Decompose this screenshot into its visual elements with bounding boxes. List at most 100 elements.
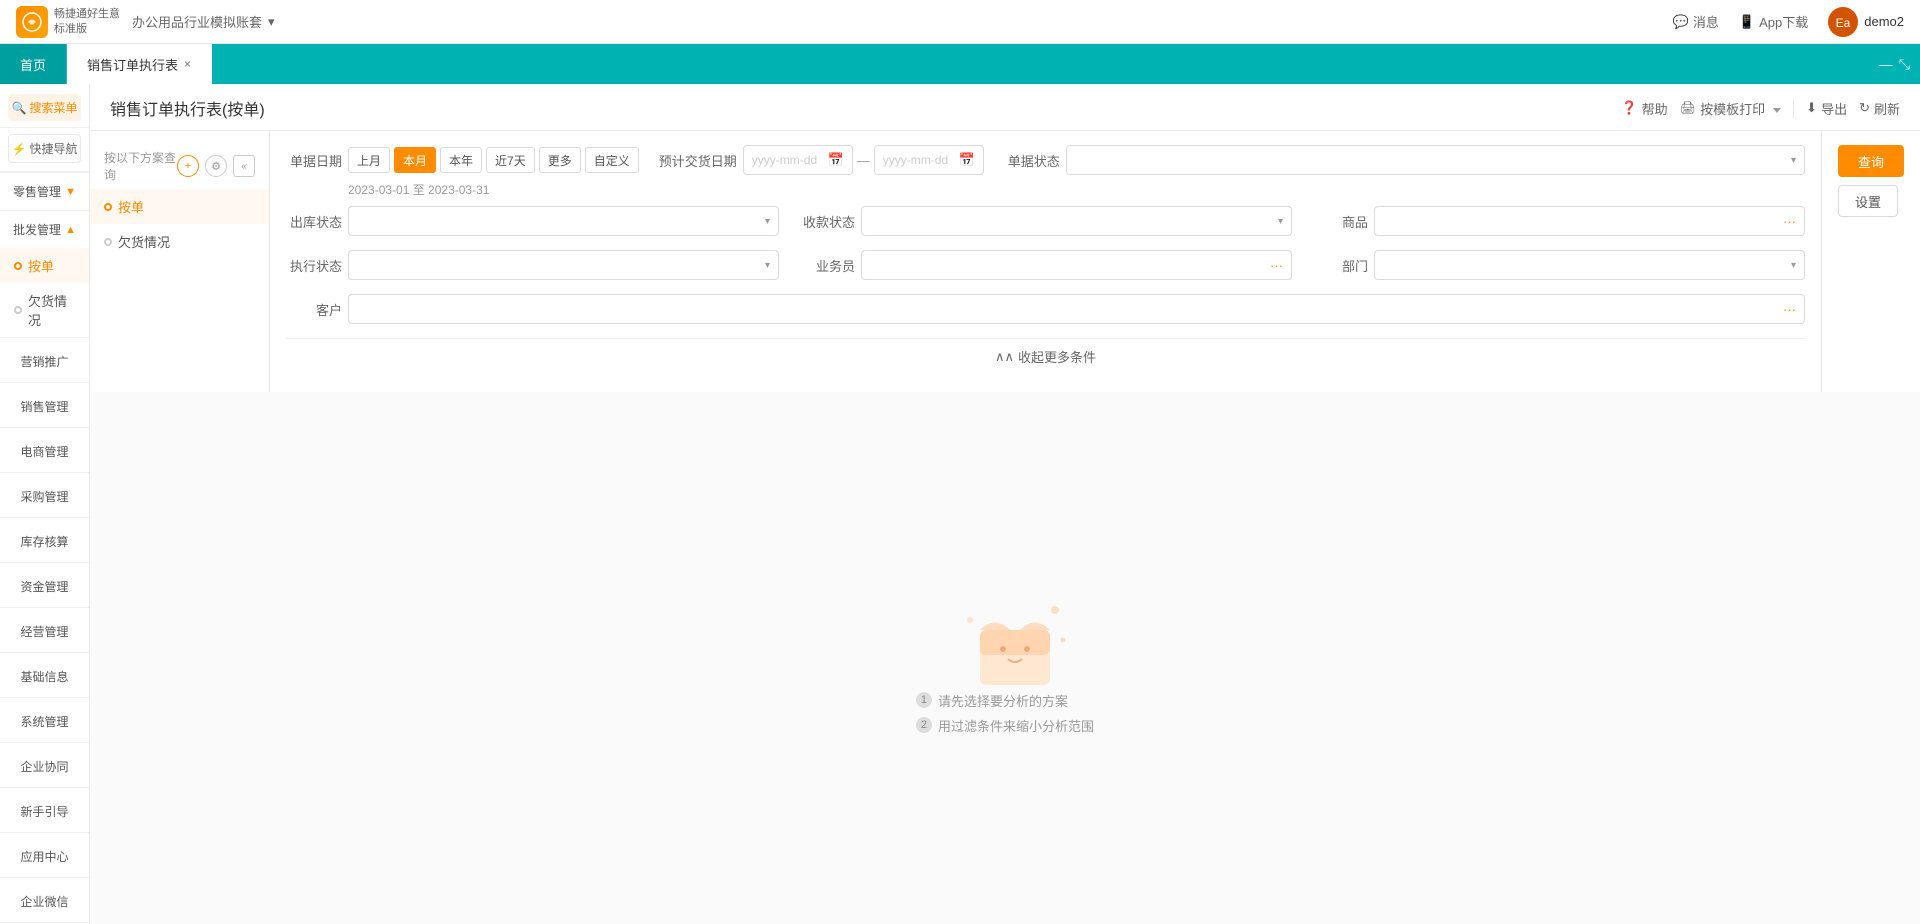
- customer-label: 客户: [286, 300, 342, 319]
- filter-main: 单据日期 上月 本月 本年 近7天 更多 自定义 预计交货日期: [270, 131, 1821, 392]
- user-name: demo2: [1864, 14, 1904, 29]
- collect-status-select[interactable]: ▾: [861, 206, 1292, 236]
- sidebar-item-appstore[interactable]: 应用中心: [0, 833, 89, 877]
- breadcrumb-arrow-icon: ▾: [268, 14, 275, 30]
- expected-date-end-input[interactable]: yyyy-mm-dd 📅: [874, 145, 984, 175]
- filter-goods-field: 商品 ···: [1312, 206, 1805, 236]
- date-tag-custom[interactable]: 自定义: [585, 147, 639, 173]
- scheme-item-按单[interactable]: 按单: [90, 189, 269, 224]
- dept-select[interactable]: ▾: [1374, 250, 1805, 280]
- status-select[interactable]: ▾: [1066, 145, 1805, 175]
- date-range-display: 2023-03-01 至 2023-03-31: [286, 181, 1805, 206]
- message-icon: 💬: [1673, 14, 1689, 30]
- filter-salesman-field: 业务员 ···: [799, 250, 1292, 280]
- customer-ellipsis-icon: ···: [1783, 302, 1796, 317]
- date-tag-more[interactable]: 更多: [539, 147, 581, 173]
- tab-actions: — ⤡: [1879, 56, 1920, 73]
- calendar-end-icon: 📅: [959, 152, 975, 168]
- date-tag-current-year[interactable]: 本年: [440, 147, 482, 173]
- settings-btn[interactable]: 设置: [1838, 185, 1898, 217]
- breadcrumb-text: 办公用品行业模拟账套: [132, 12, 262, 31]
- help-btn[interactable]: ❓ 帮助: [1621, 99, 1667, 118]
- sidebar-item-wholesale[interactable]: 批发管理 ▲: [0, 211, 89, 248]
- sidebar-item-inventory[interactable]: 库存核算: [0, 518, 89, 562]
- query-btn[interactable]: 查询: [1838, 145, 1904, 177]
- scheme-edit-icon[interactable]: ⚙: [205, 155, 227, 177]
- sidebar-item-basic[interactable]: 基础信息: [0, 653, 89, 697]
- quicknav-icon: ⚡: [12, 142, 27, 156]
- sidebar-retail-label: 零售管理: [13, 183, 61, 200]
- exec-status-select[interactable]: ▾: [348, 250, 779, 280]
- collapse-btn[interactable]: ∧∧ 收起更多条件: [995, 347, 1096, 366]
- goods-input[interactable]: ···: [1374, 206, 1805, 236]
- sidebar-item-sales[interactable]: 销售管理: [0, 383, 89, 427]
- sidebar-item-operation[interactable]: 经营管理: [0, 608, 89, 652]
- sidebar-item-guide[interactable]: 新手引导: [0, 788, 89, 832]
- scheme-add-icon[interactable]: +: [177, 155, 199, 177]
- filter-expected-date-field: 预计交货日期 yyyy-mm-dd 📅 — yyyy-mm-dd 📅: [659, 145, 984, 175]
- tab-expand-icon[interactable]: ⤡: [1899, 56, 1910, 73]
- dept-arrow-icon: ▾: [1791, 260, 1796, 271]
- main-layout: 🔍 搜索菜单 ⚡ 快捷导航 零售管理 ▼ 批发管理 ▲: [0, 84, 1920, 924]
- customer-input[interactable]: ···: [348, 294, 1805, 324]
- sidebar-quicknav-area: ⚡ 快捷导航: [0, 128, 89, 172]
- sidebar-item-purchase[interactable]: 采购管理: [0, 473, 89, 517]
- sub-item-label-按单: 按单: [28, 256, 54, 275]
- tab-home[interactable]: 首页: [0, 44, 67, 84]
- sidebar-system-label: 系统管理: [20, 713, 68, 730]
- expected-date-start-input[interactable]: yyyy-mm-dd 📅: [743, 145, 853, 175]
- date-tag-last-month[interactable]: 上月: [348, 147, 390, 173]
- export-btn[interactable]: ⬇ 导出: [1806, 99, 1847, 118]
- sidebar-item-ecommerce[interactable]: 电商管理: [0, 428, 89, 472]
- breadcrumb[interactable]: 办公用品行业模拟账套 ▾: [132, 12, 275, 31]
- print-btn[interactable]: 🖨 按模板打印: [1680, 99, 1795, 118]
- sidebar-wholesale-section: 批发管理 ▲ 按单 欠货情况: [0, 211, 89, 338]
- scheme-dot-按单: [104, 203, 112, 211]
- filter-exec-status-field: 执行状态 ▾: [286, 250, 779, 280]
- tab-sales-order[interactable]: 销售订单执行表 ×: [67, 44, 212, 84]
- salesman-label: 业务员: [799, 256, 855, 275]
- empty-state: 1 请先选择要分析的方案 2 用过滤条件来缩小分析范围: [90, 392, 1920, 924]
- sidebar-sub-item-按单[interactable]: 按单: [0, 248, 89, 283]
- page-title: 销售订单执行表(按单): [110, 96, 265, 120]
- collapse-label: 收起更多条件: [1018, 347, 1096, 366]
- scheme-sidebar-actions: + ⚙ «: [177, 155, 255, 177]
- sidebar-ecommerce-section: 电商管理: [0, 428, 89, 473]
- date-tag-7days[interactable]: 近7天: [486, 147, 535, 173]
- tab-close-icon[interactable]: ×: [184, 57, 191, 71]
- sidebar-sub-item-欠货[interactable]: 欠货情况: [0, 283, 89, 337]
- filter-date-field: 单据日期 上月 本月 本年 近7天 更多 自定义: [286, 147, 639, 173]
- print-icon: 🖨: [1680, 100, 1697, 116]
- sidebar-item-retail[interactable]: 零售管理 ▼: [0, 173, 89, 210]
- empty-hint-list: 1 请先选择要分析的方案 2 用过滤条件来缩小分析范围: [916, 691, 1094, 741]
- sidebar-item-enterprise[interactable]: 企业协同: [0, 743, 89, 787]
- out-status-arrow-icon: ▾: [765, 216, 770, 227]
- logo-area[interactable]: 畅捷通好生意 标准版: [16, 6, 120, 38]
- tab-minimize-icon[interactable]: —: [1879, 56, 1893, 72]
- message-btn[interactable]: 💬 消息: [1673, 12, 1719, 31]
- filter-status-field: 单据状态 ▾: [1004, 145, 1805, 175]
- search-menu-btn[interactable]: 🔍 搜索菜单: [8, 94, 81, 121]
- out-status-select[interactable]: ▾: [348, 206, 779, 236]
- sidebar-item-marketing[interactable]: 营销推广: [0, 338, 89, 382]
- expected-date-label: 预计交货日期: [659, 151, 737, 170]
- empty-hint-2: 2 用过滤条件来缩小分析范围: [916, 716, 1094, 735]
- scheme-item-欠货[interactable]: 欠货情况: [90, 224, 269, 259]
- salesman-input[interactable]: ···: [861, 250, 1292, 280]
- sidebar-item-finance[interactable]: 资金管理: [0, 563, 89, 607]
- date-tag-current-month[interactable]: 本月: [394, 147, 436, 173]
- sub-item-label-欠货: 欠货情况: [28, 291, 75, 329]
- help-icon: ❓: [1621, 100, 1637, 116]
- app-download-btn[interactable]: 📱 App下载: [1739, 12, 1808, 31]
- sidebar-purchase-section: 采购管理: [0, 473, 89, 518]
- goods-ellipsis-icon: ···: [1783, 214, 1796, 229]
- sidebar-item-system[interactable]: 系统管理: [0, 698, 89, 742]
- quicknav-btn[interactable]: ⚡ 快捷导航: [8, 134, 81, 163]
- content-area: 销售订单执行表(按单) ❓ 帮助 🖨 按模板打印 ⬇ 导出 ↻ 刷新: [90, 84, 1920, 924]
- refresh-btn[interactable]: ↻ 刷新: [1859, 99, 1900, 118]
- sub-item-dot-按单: [14, 262, 22, 270]
- scheme-collapse-icon[interactable]: «: [233, 155, 255, 177]
- scheme-item-label-欠货: 欠货情况: [118, 232, 170, 251]
- user-avatar-area[interactable]: Ea demo2: [1828, 7, 1904, 37]
- sidebar-item-wechat[interactable]: 企业微信: [0, 878, 89, 922]
